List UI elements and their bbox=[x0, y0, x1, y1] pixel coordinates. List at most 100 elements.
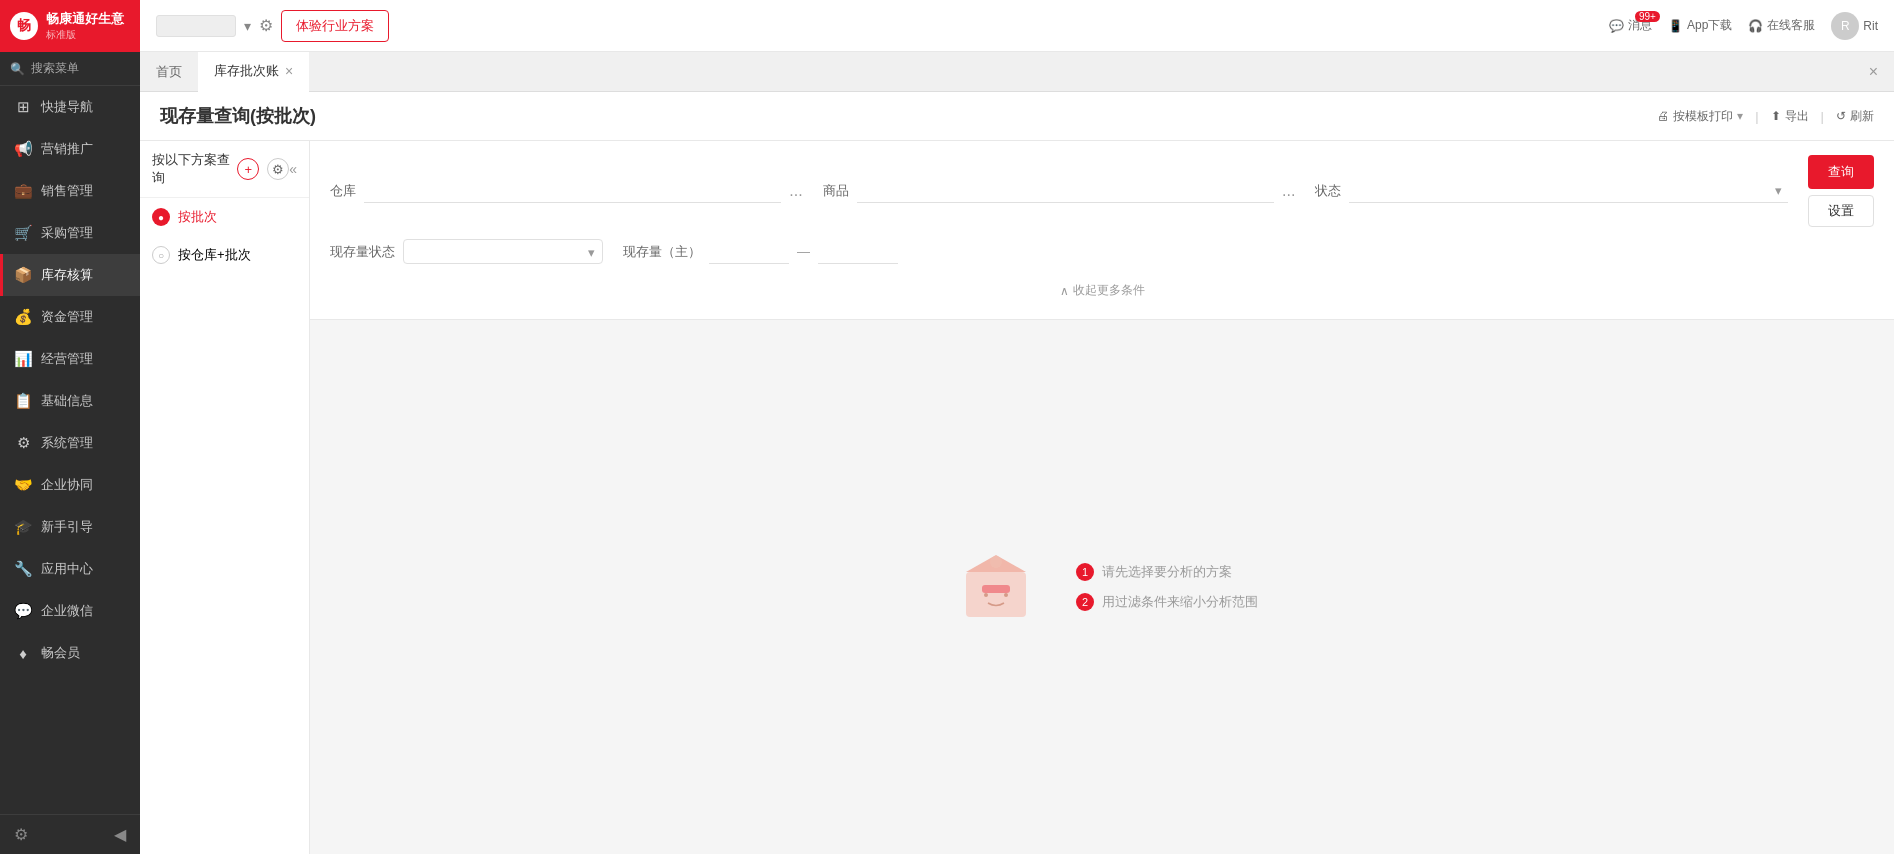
export-icon: ⬆ bbox=[1771, 109, 1781, 123]
user-name: Rit bbox=[1863, 19, 1878, 33]
sidebar-item-系统管理[interactable]: ⚙系统管理 bbox=[0, 422, 140, 464]
warehouse-field: 仓库 ... bbox=[330, 179, 803, 203]
nav-item-label: 新手引导 bbox=[41, 518, 93, 536]
sidebar-item-畅会员[interactable]: ♦畅会员 bbox=[0, 632, 140, 674]
hint-text-1: 请先选择要分析的方案 bbox=[1102, 563, 1232, 581]
settings-icon[interactable]: ⚙ bbox=[14, 825, 28, 844]
nav-item-label: 应用中心 bbox=[41, 560, 93, 578]
nav-icon: 📋 bbox=[13, 392, 33, 410]
status-label: 状态 bbox=[1315, 182, 1341, 200]
inventory-status-select[interactable] bbox=[403, 239, 603, 264]
sidebar-item-快捷导航[interactable]: ⊞ 快捷导航 bbox=[0, 86, 140, 128]
tab-home[interactable]: 首页 bbox=[140, 53, 198, 91]
nav-item-label: 采购管理 bbox=[41, 224, 93, 242]
settings-btn[interactable]: 设置 bbox=[1808, 195, 1874, 227]
nav-icon: 📦 bbox=[13, 266, 33, 284]
headset-icon: 🎧 bbox=[1748, 19, 1763, 33]
topbar-settings-icon[interactable]: ⚙ bbox=[259, 16, 273, 35]
filter-item-dot-red: ● bbox=[152, 208, 170, 226]
tab-close-icon[interactable]: × bbox=[285, 63, 293, 79]
sidebar-item-库存核算[interactable]: 📦库存核算 bbox=[0, 254, 140, 296]
inventory-qty-to[interactable] bbox=[818, 240, 898, 264]
export-label: 导出 bbox=[1785, 108, 1809, 125]
message-btn[interactable]: 💬 消息 99+ bbox=[1609, 17, 1652, 34]
tab-inventory[interactable]: 库存批次账 × bbox=[198, 52, 309, 92]
inventory-status-label: 现存量状态 bbox=[330, 243, 395, 261]
search-filters: 仓库 ... 商品 ... 状态 ▾ bbox=[310, 141, 1894, 320]
sidebar: 畅 畅康通好生意 标准版 🔍 搜索菜单 ⊞快捷导航📢营销推广💼销售管理🛒采购管理… bbox=[0, 0, 140, 854]
collapse-sidebar-icon[interactable]: ◀ bbox=[114, 825, 126, 844]
sidebar-search[interactable]: 🔍 搜索菜单 bbox=[0, 52, 140, 86]
nav-icon: ⊞ bbox=[13, 98, 33, 116]
svg-rect-0 bbox=[966, 572, 1026, 617]
sidebar-item-采购管理[interactable]: 🛒采购管理 bbox=[0, 212, 140, 254]
inventory-status-select-wrapper bbox=[403, 239, 603, 264]
sidebar-item-企业微信[interactable]: 💬 企业微信 bbox=[0, 590, 140, 632]
sidebar-item-资金管理[interactable]: 💰资金管理 bbox=[0, 296, 140, 338]
tab-home-label: 首页 bbox=[156, 63, 182, 81]
dropdown-icon[interactable]: ▾ bbox=[244, 18, 251, 34]
export-btn[interactable]: ⬆ 导出 bbox=[1771, 108, 1809, 125]
sidebar-item-经营管理[interactable]: 📊经营管理 bbox=[0, 338, 140, 380]
page-title: 现存量查询(按批次) bbox=[160, 104, 316, 128]
status-dropdown-icon[interactable]: ▾ bbox=[1775, 183, 1782, 198]
hint-text-2: 用过滤条件来缩小分析范围 bbox=[1102, 593, 1258, 611]
sidebar-item-营销推广[interactable]: 📢营销推广 bbox=[0, 128, 140, 170]
inventory-qty-from[interactable] bbox=[709, 240, 789, 264]
product-input[interactable] bbox=[857, 179, 1274, 203]
filter-item-dot-gray: ○ bbox=[152, 246, 170, 264]
filter-gear-btn[interactable]: ⚙ bbox=[267, 158, 289, 180]
sidebar-item-基础信息[interactable]: 📋 基础信息 bbox=[0, 380, 140, 422]
filter-item-warehouse-batch[interactable]: ○ 按仓库+批次 bbox=[140, 236, 309, 274]
inventory-qty-label: 现存量（主） bbox=[623, 243, 701, 261]
product-label: 商品 bbox=[823, 182, 849, 200]
sidebar-item-新手引导[interactable]: 🎓新手引导 bbox=[0, 506, 140, 548]
page-actions: 🖨 按模板打印 ▾ | ⬆ 导出 | ↺ 刷新 bbox=[1657, 108, 1874, 125]
nav-item-label: 营销推广 bbox=[41, 140, 93, 158]
query-btn[interactable]: 查询 bbox=[1808, 155, 1874, 189]
inventory-qty-field: 现存量（主） — bbox=[623, 240, 898, 264]
app-download-btn[interactable]: 📱 App下载 bbox=[1668, 17, 1732, 34]
filter-collapse-btn[interactable]: « bbox=[289, 161, 297, 177]
tab-inventory-label: 库存批次账 bbox=[214, 62, 279, 80]
hint-num-2: 2 bbox=[1076, 593, 1094, 611]
filter-add-btn[interactable]: + bbox=[237, 158, 259, 180]
nav-item-label: 畅会员 bbox=[41, 644, 80, 662]
refresh-icon: ↺ bbox=[1836, 109, 1846, 123]
nav-icon: 💼 bbox=[13, 182, 33, 200]
nav-icon: 💬 bbox=[13, 602, 33, 620]
online-service-btn[interactable]: 🎧 在线客服 bbox=[1748, 17, 1815, 34]
tab-bar: 首页 库存批次账 × × bbox=[140, 52, 1894, 92]
nav-item-label: 基础信息 bbox=[41, 392, 93, 410]
industry-btn[interactable]: 体验行业方案 bbox=[281, 10, 389, 42]
print-dropdown-icon: ▾ bbox=[1737, 109, 1743, 123]
sidebar-item-应用中心[interactable]: 🔧应用中心 bbox=[0, 548, 140, 590]
svg-point-4 bbox=[1004, 593, 1008, 597]
collapse-row[interactable]: ∧ 收起更多条件 bbox=[330, 276, 1874, 305]
product-dots-btn[interactable]: ... bbox=[1282, 182, 1295, 200]
nav-item-label: 快捷导航 bbox=[41, 98, 93, 116]
empty-hint-1: 1 请先选择要分析的方案 bbox=[1076, 563, 1258, 581]
warehouse-input[interactable] bbox=[364, 179, 781, 203]
nav-item-label: 资金管理 bbox=[41, 308, 93, 326]
nav-item-label: 企业微信 bbox=[41, 602, 93, 620]
app-subtitle: 标准版 bbox=[46, 28, 124, 42]
filter-panel: 按以下方案查询 + ⚙ « ● 按批次 ○ 按仓库+批次 bbox=[140, 141, 310, 854]
nav-item-label: 系统管理 bbox=[41, 434, 93, 452]
user-avatar[interactable]: R Rit bbox=[1831, 12, 1878, 40]
app-download-label: App下载 bbox=[1687, 17, 1732, 34]
nav-icon: 📊 bbox=[13, 350, 33, 368]
tab-bar-close-icon[interactable]: × bbox=[1853, 53, 1894, 91]
nav-item-label: 企业协同 bbox=[41, 476, 93, 494]
refresh-btn[interactable]: ↺ 刷新 bbox=[1836, 108, 1874, 125]
sidebar-footer: ⚙ ◀ bbox=[0, 814, 140, 854]
warehouse-dots-btn[interactable]: ... bbox=[789, 182, 802, 200]
content-area: 按以下方案查询 + ⚙ « ● 按批次 ○ 按仓库+批次 bbox=[140, 141, 1894, 854]
filter-item-batch[interactable]: ● 按批次 bbox=[140, 198, 309, 236]
message-badge: 99+ bbox=[1635, 11, 1660, 22]
sidebar-item-企业协同[interactable]: 🤝企业协同 bbox=[0, 464, 140, 506]
sidebar-item-销售管理[interactable]: 💼销售管理 bbox=[0, 170, 140, 212]
online-service-label: 在线客服 bbox=[1767, 17, 1815, 34]
filter-row-2: 现存量状态 现存量（主） — bbox=[330, 239, 1874, 264]
print-btn[interactable]: 🖨 按模板打印 ▾ bbox=[1657, 108, 1743, 125]
